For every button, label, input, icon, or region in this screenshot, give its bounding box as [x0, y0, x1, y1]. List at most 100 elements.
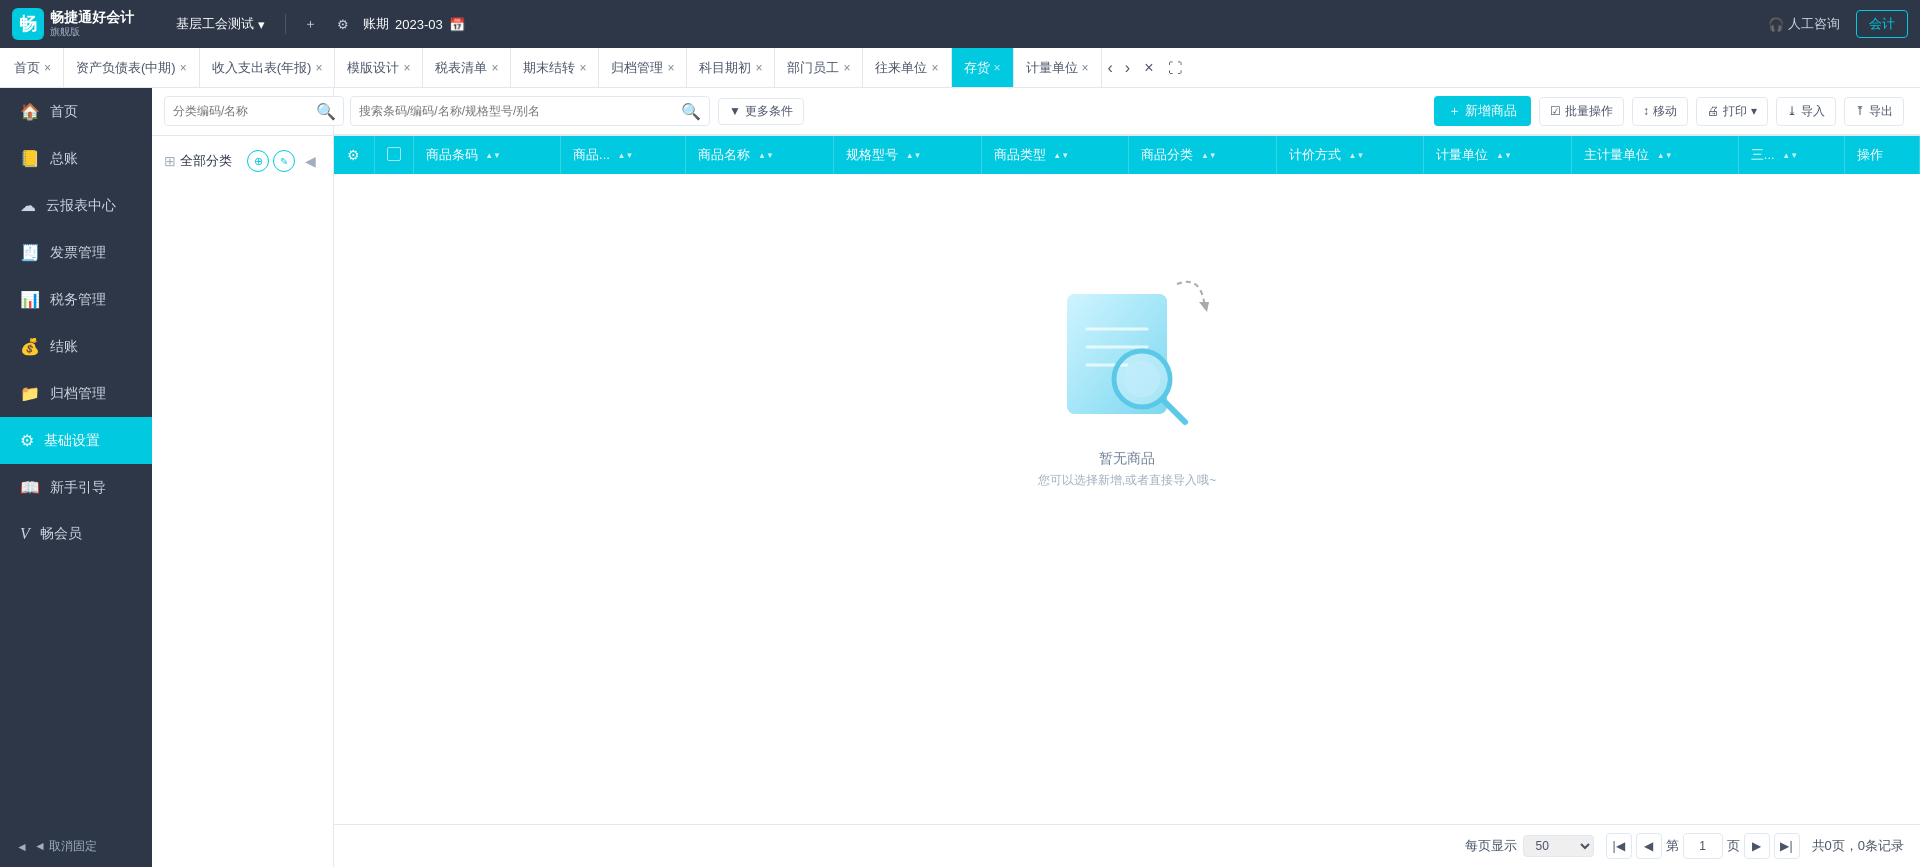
sort-arrows-main-unit[interactable]: ▲▼ [1657, 151, 1673, 160]
tab-income-statement[interactable]: 收入支出表(年报) × [200, 48, 336, 88]
tab-subject-init[interactable]: 科目期初 × [687, 48, 775, 88]
tab-close-icon[interactable]: × [667, 61, 674, 75]
tab-close-icon[interactable]: × [1082, 61, 1089, 75]
tab-close-icon[interactable]: × [180, 61, 187, 75]
page-number-input[interactable] [1683, 833, 1723, 859]
company-selector[interactable]: 基层工会测试 ▾ [168, 11, 273, 37]
logo-icon: 畅 [12, 8, 44, 40]
sidebar-item-invoice[interactable]: 🧾 发票管理 [0, 229, 152, 276]
tab-close-icon[interactable]: × [994, 61, 1001, 75]
import-button[interactable]: ⤓ 导入 [1776, 97, 1836, 126]
sort-arrows-col3[interactable]: ▲▼ [1782, 151, 1798, 160]
move-button[interactable]: ↕ 移动 [1632, 97, 1688, 126]
tab-label: 科目期初 [699, 59, 751, 77]
account-button[interactable]: 会计 [1856, 10, 1908, 38]
search-magnifier-icon[interactable]: 🔍 [681, 102, 701, 121]
sort-arrows-name[interactable]: ▲▼ [758, 151, 774, 160]
th-price-mode-label: 计价方式 [1289, 147, 1341, 162]
tab-homepage[interactable]: 首页 × [2, 48, 64, 88]
tab-close-icon[interactable]: × [843, 61, 850, 75]
tab-inventory[interactable]: 存货 × [952, 48, 1014, 88]
print-button[interactable]: 🖨 打印 ▾ [1696, 97, 1768, 126]
tab-contacts[interactable]: 往来单位 × [863, 48, 951, 88]
product-search-input[interactable] [359, 104, 675, 118]
tab-close-icon[interactable]: × [755, 61, 762, 75]
category-add-button[interactable]: ⊕ [247, 150, 269, 172]
sidebar-item-basic-settings[interactable]: ⚙ 基础设置 [0, 417, 152, 464]
tab-close-icon[interactable]: × [931, 61, 938, 75]
tab-close-all-button[interactable]: × [1136, 48, 1161, 88]
all-category-label[interactable]: 全部分类 [180, 152, 232, 170]
sort-arrows-code[interactable]: ▲▼ [618, 151, 634, 160]
sidebar-item-member[interactable]: V 畅会员 [0, 511, 152, 557]
add-label: 新增商品 [1465, 102, 1517, 120]
calendar-icon[interactable]: 📅 [449, 17, 465, 32]
th-checkbox[interactable] [374, 136, 413, 174]
select-all-checkbox[interactable] [387, 147, 401, 161]
tab-next-button[interactable]: › [1119, 48, 1136, 88]
svg-line-7 [1164, 401, 1185, 422]
product-table-container[interactable]: ⚙ 商品条码 ▲▼ 商品... [334, 136, 1920, 824]
th-spec: 规格型号 ▲▼ [834, 136, 982, 174]
sort-arrows-price[interactable]: ▲▼ [1349, 151, 1365, 160]
sidebar-item-tax[interactable]: 📊 税务管理 [0, 276, 152, 323]
add-product-button[interactable]: ＋ 新增商品 [1434, 96, 1531, 126]
sidebar-label-home: 首页 [50, 103, 78, 121]
import-icon: ⤓ [1787, 104, 1797, 118]
panel-collapse-button[interactable]: ◀ [299, 150, 321, 172]
guide-icon: 📖 [20, 478, 40, 497]
sort-arrows-category[interactable]: ▲▼ [1201, 151, 1217, 160]
add-tab-button[interactable]: ＋ [298, 11, 323, 37]
th-barcode-label: 商品条码 [426, 147, 478, 162]
batch-operate-button[interactable]: ☑ 批量操作 [1539, 97, 1624, 126]
tab-close-icon[interactable]: × [315, 61, 322, 75]
tab-archive[interactable]: 归档管理 × [599, 48, 687, 88]
sort-arrows-spec[interactable]: ▲▼ [906, 151, 922, 160]
th-main-unit-label: 主计量单位 [1584, 147, 1649, 162]
tab-tax-forms[interactable]: 税表清单 × [423, 48, 511, 88]
app-title: 畅捷通好会计 [50, 9, 134, 26]
sidebar-item-cloud-report[interactable]: ☁ 云报表中心 [0, 182, 152, 229]
tab-close-icon[interactable]: × [44, 61, 51, 75]
tab-prev-button[interactable]: ‹ [1102, 48, 1119, 88]
sort-arrows-type[interactable]: ▲▼ [1053, 151, 1069, 160]
tab-close-icon[interactable]: × [579, 61, 586, 75]
sidebar-pin-toggle[interactable]: ◄ ◄ 取消固定 [0, 826, 152, 867]
tab-close-icon[interactable]: × [403, 61, 410, 75]
export-label: 导出 [1869, 103, 1893, 120]
sidebar-item-ledger[interactable]: 📒 总账 [0, 135, 152, 182]
sidebar-item-archive[interactable]: 📁 归档管理 [0, 370, 152, 417]
sidebar-item-guide[interactable]: 📖 新手引导 [0, 464, 152, 511]
tab-unit[interactable]: 计量单位 × [1014, 48, 1102, 88]
th-settings[interactable]: ⚙ [334, 136, 374, 174]
first-page-button[interactable]: |◀ [1606, 833, 1632, 859]
period-label: 账期 [363, 15, 389, 33]
tab-balance-sheet[interactable]: 资产负债表(中期) × [64, 48, 200, 88]
per-page-label: 每页显示 [1465, 837, 1517, 855]
prev-page-button[interactable]: ◀ [1636, 833, 1662, 859]
tab-close-icon[interactable]: × [491, 61, 498, 75]
sidebar-item-home[interactable]: 🏠 首页 [0, 88, 152, 135]
category-edit-button[interactable]: ✎ [273, 150, 295, 172]
per-page-select[interactable]: 50 100 200 [1523, 835, 1594, 857]
settings-button[interactable]: ⚙ [331, 13, 355, 36]
last-page-button[interactable]: ▶| [1774, 833, 1800, 859]
sidebar-item-settle[interactable]: 💰 结账 [0, 323, 152, 370]
human-service-button[interactable]: 🎧 人工咨询 [1760, 11, 1848, 37]
tab-department[interactable]: 部门员工 × [775, 48, 863, 88]
column-settings-icon[interactable]: ⚙ [347, 147, 360, 163]
export-icon: ⤒ [1855, 104, 1865, 118]
next-page-button[interactable]: ▶ [1744, 833, 1770, 859]
th-name-label: 商品名称 [698, 147, 750, 162]
product-search-box: 🔍 [350, 96, 710, 126]
tab-expand-button[interactable]: ⛶ [1162, 48, 1188, 88]
export-button[interactable]: ⤒ 导出 [1844, 97, 1904, 126]
sort-arrows-barcode[interactable]: ▲▼ [485, 151, 501, 160]
tab-period-carry[interactable]: 期末结转 × [511, 48, 599, 88]
filter-button[interactable]: ▼ 更多条件 [718, 98, 804, 125]
invoice-icon: 🧾 [20, 243, 40, 262]
move-label: 移动 [1653, 103, 1677, 120]
tab-template-design[interactable]: 模版设计 × [335, 48, 423, 88]
category-search-icon[interactable]: 🔍 [316, 102, 336, 121]
sort-arrows-unit[interactable]: ▲▼ [1496, 151, 1512, 160]
